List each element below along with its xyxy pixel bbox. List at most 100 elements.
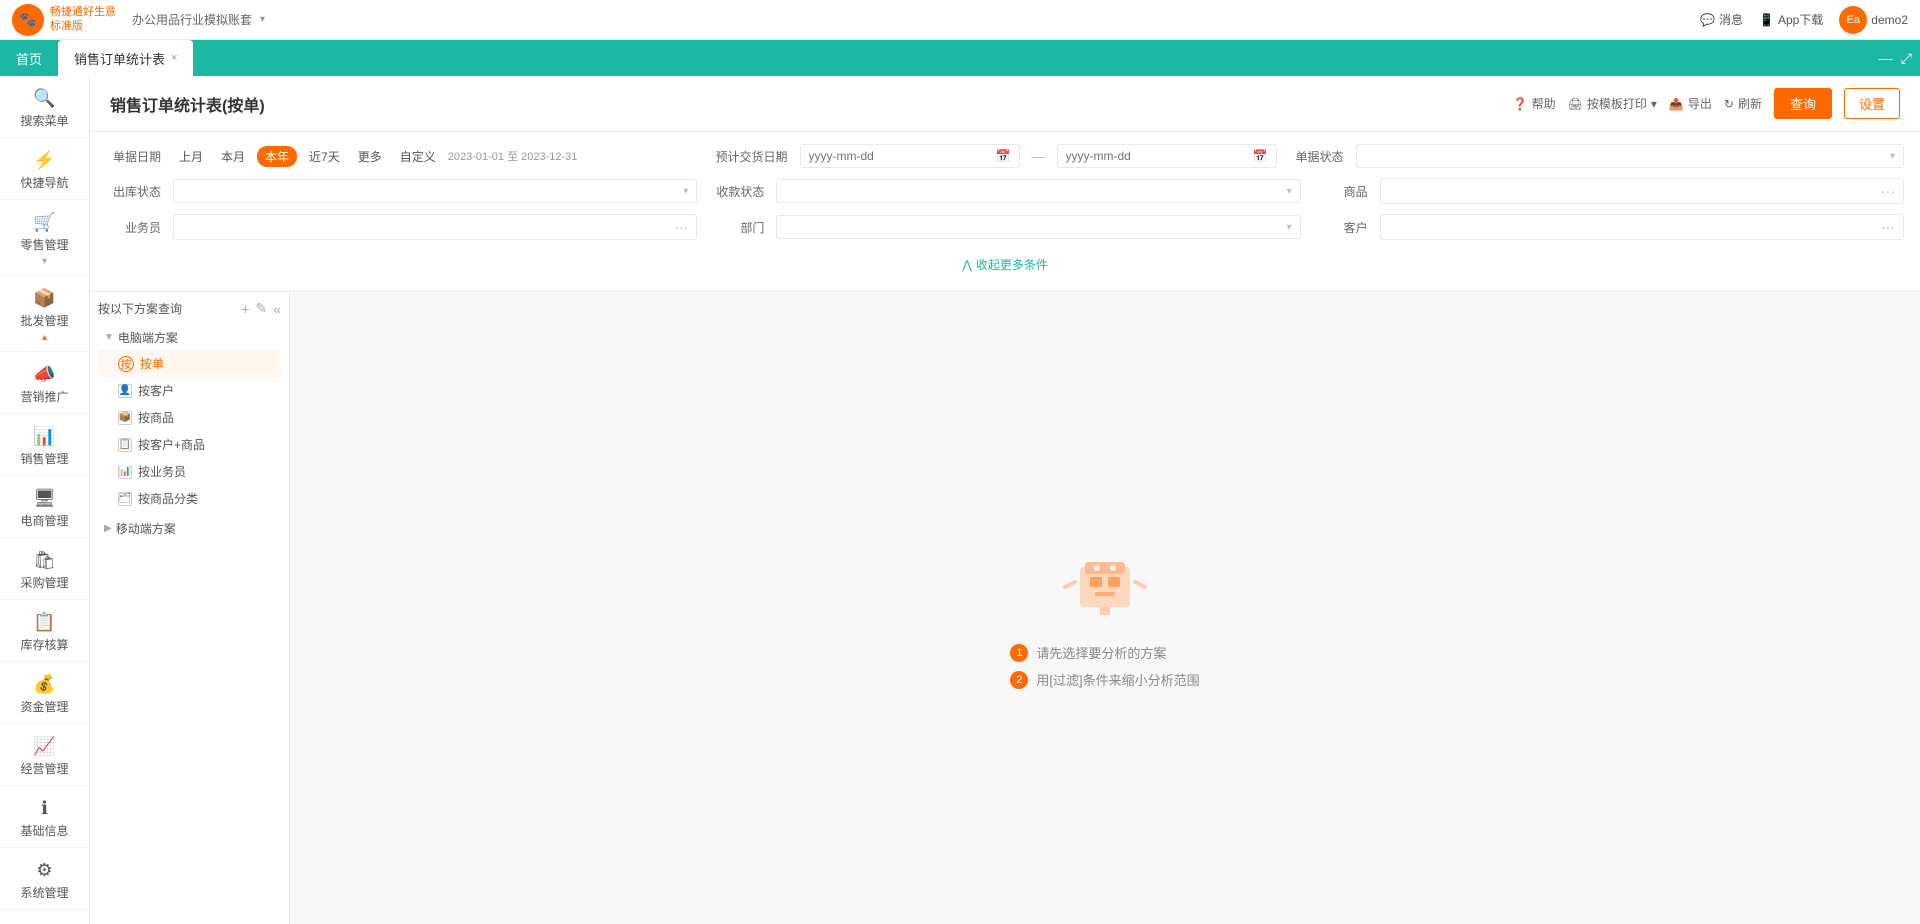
main-layout: 🔍 搜索菜单 ⚡ 快捷导航 🛒 零售管理 ▾ 📦 批发管理 ▴ 📣 营销推广 📊… <box>0 76 1920 924</box>
status-select[interactable]: ▾ <box>1356 144 1905 168</box>
sidebar-item-purchase[interactable]: 🛍 采购管理 <box>0 538 89 600</box>
date-filter-group: 上月 本月 本年 近7天 更多 自定义 2023-01-01 至 2023-12… <box>173 146 704 167</box>
inventory-icon: 📋 <box>33 612 55 633</box>
sales-icon: 📊 <box>33 426 55 447</box>
department-select-arrow-icon: ▾ <box>1287 222 1292 233</box>
scheme-section-pc-title[interactable]: ▼ 电脑端方案 <box>98 325 281 350</box>
customer-more-icon[interactable]: ··· <box>1881 219 1895 235</box>
sidebar-item-inventory[interactable]: 📋 库存核算 <box>0 600 89 662</box>
goods-select[interactable]: ··· <box>1380 178 1904 204</box>
sidebar-item-retail[interactable]: 🛒 零售管理 ▾ <box>0 200 89 276</box>
collapse-filter-button[interactable]: ⋀ 收起更多条件 <box>106 250 1904 279</box>
scheme-add-button[interactable]: + <box>241 301 249 317</box>
mobile-section-arrow-icon: ▶ <box>104 523 112 534</box>
app-dropdown-arrow[interactable]: ▾ <box>260 14 265 25</box>
date-btn-7days[interactable]: 近7天 <box>303 146 346 167</box>
department-select[interactable]: ▾ <box>776 215 1300 239</box>
refresh-button[interactable]: ↻ 刷新 <box>1724 95 1762 112</box>
scheme-item-by-salesperson[interactable]: 📊 按业务员 <box>98 458 281 485</box>
filter-row-date: 单据日期 上月 本月 本年 近7天 更多 自定义 2023-01-01 至 20… <box>106 144 1904 168</box>
expected-date-start-field[interactable] <box>809 149 990 163</box>
status-select-input[interactable] <box>1365 149 1886 163</box>
goods-more-icon[interactable]: ··· <box>1881 183 1895 199</box>
sidebar-item-search-menu[interactable]: 🔍 搜索菜单 <box>0 76 89 138</box>
date-separator: — <box>1032 149 1045 164</box>
tab-close-icon[interactable]: × <box>171 52 177 64</box>
user-menu[interactable]: Ea demo2 <box>1839 6 1908 34</box>
scheme-item-by-customer[interactable]: 👤 按客户 <box>98 377 281 404</box>
help-button[interactable]: ❓ 帮助 <box>1513 95 1556 112</box>
basic-info-icon: ℹ <box>41 798 48 819</box>
date-btn-last-month[interactable]: 上月 <box>173 146 209 167</box>
empty-tips: 1 请先选择要分析的方案 2 用[过滤]条件来缩小分析范围 <box>1010 643 1199 689</box>
scheme-item-by-goods[interactable]: 📦 按商品 <box>98 404 281 431</box>
sidebar-item-system[interactable]: ⚙ 系统管理 <box>0 848 89 910</box>
expected-date-end-input[interactable]: 📅 <box>1057 144 1277 168</box>
sidebar-item-quick-nav[interactable]: ⚡ 快捷导航 <box>0 138 89 200</box>
message-button[interactable]: 💬 消息 <box>1700 11 1743 28</box>
goods-select-input[interactable] <box>1389 184 1877 198</box>
customer-select-input[interactable] <box>1389 220 1877 234</box>
tab-maximize-button[interactable]: ⤢ <box>1901 50 1912 67</box>
calendar-end-icon: 📅 <box>1253 149 1268 163</box>
date-btn-this-month[interactable]: 本月 <box>215 146 251 167</box>
date-btn-custom[interactable]: 自定义 <box>394 146 442 167</box>
delivery-select-input[interactable] <box>182 184 679 198</box>
ecommerce-icon: 🖥 <box>33 488 56 509</box>
help-icon: ❓ <box>1513 97 1528 111</box>
delivery-label: 出库状态 <box>106 183 161 200</box>
tip-num-2: 2 <box>1010 671 1028 689</box>
data-area: 1 请先选择要分析的方案 2 用[过滤]条件来缩小分析范围 <box>290 292 1920 924</box>
salesperson-select-input[interactable] <box>182 220 670 234</box>
scheme-collapse-button[interactable]: « <box>273 301 281 317</box>
scheme-panel: 按以下方案查询 + ✎ « ▼ 电脑端方案 按 按单 <box>90 292 290 924</box>
empty-illustration <box>1055 527 1155 627</box>
date-btn-more[interactable]: 更多 <box>352 146 388 167</box>
salesperson-select[interactable]: ··· <box>173 214 697 240</box>
export-button[interactable]: 📤 导出 <box>1669 95 1712 112</box>
sidebar-item-sales[interactable]: 📊 销售管理 <box>0 414 89 476</box>
salesperson-label: 业务员 <box>106 219 161 236</box>
print-button[interactable]: 🖨 按模板打印 ▾ <box>1568 95 1657 112</box>
refresh-icon: ↻ <box>1724 97 1734 111</box>
sidebar-item-ecommerce[interactable]: 🖥 电商管理 <box>0 476 89 538</box>
date-btn-this-year[interactable]: 本年 <box>257 146 297 167</box>
settings-button[interactable]: 设置 <box>1844 88 1900 119</box>
sidebar-item-wholesale[interactable]: 📦 批发管理 ▴ <box>0 276 89 352</box>
app-download-button[interactable]: 📱 App下载 <box>1759 11 1823 28</box>
logo-area: 🐾 畅捷通好生意 标准版 <box>12 4 116 36</box>
by-customer-goods-icon: 📋 <box>118 438 132 452</box>
sidebar-item-marketing[interactable]: 📣 营销推广 <box>0 352 89 414</box>
sidebar-item-operations[interactable]: 📈 经营管理 <box>0 724 89 786</box>
page-header: 销售订单统计表(按单) ❓ 帮助 🖨 按模板打印 ▾ 📤 导出 ↻ 刷新 <box>90 76 1920 132</box>
expected-date-start-input[interactable]: 📅 <box>800 144 1020 168</box>
scheme-item-by-customer-goods[interactable]: 📋 按客户+商品 <box>98 431 281 458</box>
message-icon: 💬 <box>1700 13 1715 27</box>
top-bar-left: 🐾 畅捷通好生意 标准版 办公用品行业模拟账套 ▾ <box>12 4 265 36</box>
payment-label: 收款状态 <box>709 183 764 200</box>
sidebar-item-finance[interactable]: 💰 资金管理 <box>0 662 89 724</box>
by-salesperson-icon: 📊 <box>118 465 132 479</box>
department-select-input[interactable] <box>785 220 1282 234</box>
tab-minimize-button[interactable]: — <box>1879 50 1893 66</box>
marketing-icon: 📣 <box>33 364 55 385</box>
scheme-edit-button[interactable]: ✎ <box>255 300 267 317</box>
scheme-item-by-goods-category[interactable]: 🗂 按商品分类 <box>98 485 281 512</box>
delivery-select[interactable]: ▾ <box>173 179 697 203</box>
expected-date-end-field[interactable] <box>1066 149 1247 163</box>
sidebar-item-basic-info[interactable]: ℹ 基础信息 <box>0 786 89 848</box>
scheme-item-by-order[interactable]: 按 按单 <box>98 350 281 377</box>
sidebar-item-enterprise-collab[interactable]: 🤝 企业协同 <box>0 910 89 924</box>
quick-nav-icon: ⚡ <box>33 150 55 171</box>
download-icon: 📱 <box>1759 13 1774 27</box>
query-button[interactable]: 查询 <box>1774 88 1832 119</box>
tab-sales-order-stats[interactable]: 销售订单统计表 × <box>58 40 193 76</box>
tab-home[interactable]: 首页 <box>0 40 58 76</box>
empty-tip-1: 1 请先选择要分析的方案 <box>1010 643 1199 662</box>
customer-select[interactable]: ··· <box>1380 214 1904 240</box>
salesperson-more-icon[interactable]: ··· <box>674 219 688 235</box>
scheme-section-mobile-title[interactable]: ▶ 移动端方案 <box>98 516 281 541</box>
payment-select[interactable]: ▾ <box>776 179 1300 203</box>
wholesale-arrow-icon: ▴ <box>42 332 47 343</box>
payment-select-input[interactable] <box>785 184 1282 198</box>
